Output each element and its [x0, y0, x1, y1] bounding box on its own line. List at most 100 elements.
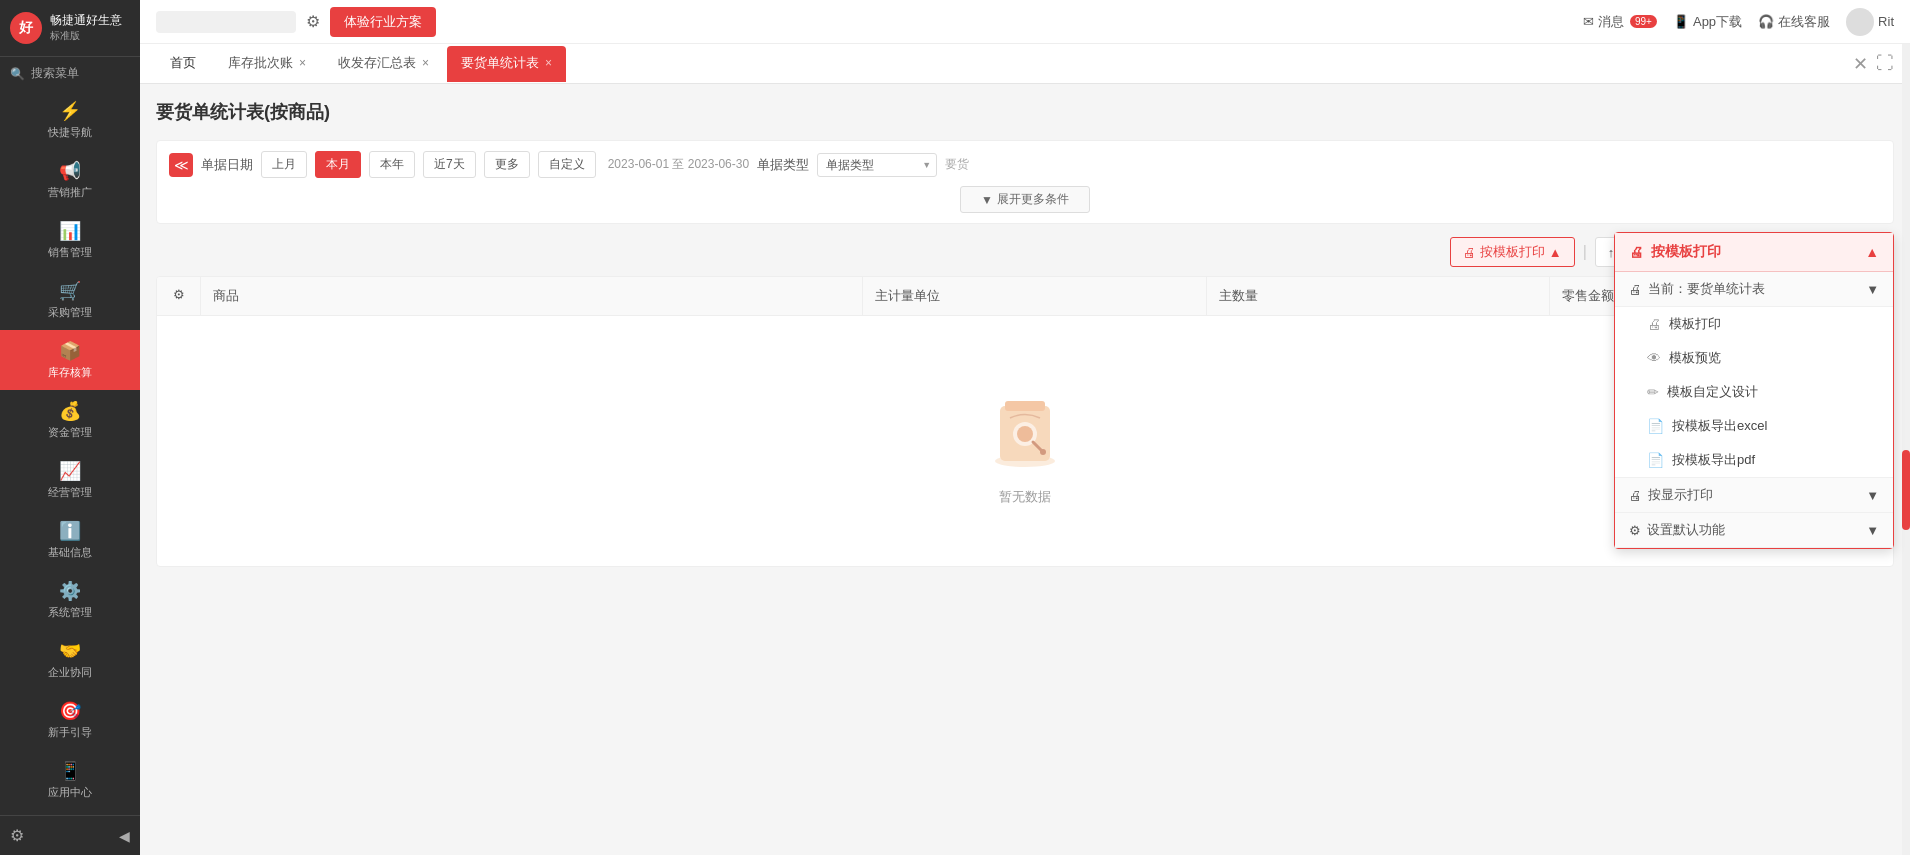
download-icon: 📱 [1673, 14, 1689, 29]
template-excel-label: 按模板导出excel [1672, 417, 1767, 435]
content-area: 要货单统计表(按商品) ≪ 单据日期 上月 本月 本年 近7天 更多 自定义 2… [140, 84, 1910, 855]
tab-home[interactable]: 首页 [156, 46, 210, 82]
order-status-filter: 要货 [945, 156, 969, 173]
filter-bar: ≪ 单据日期 上月 本月 本年 近7天 更多 自定义 2023-06-01 至 … [156, 140, 1894, 224]
svg-rect-2 [1005, 401, 1045, 411]
tab-order-stats[interactable]: 要货单统计表 × [447, 46, 566, 82]
message-button[interactable]: ✉ 消息 99+ [1583, 13, 1657, 31]
sales-icon: 📊 [59, 220, 81, 242]
page-title: 要货单统计表(按商品) [156, 100, 1894, 124]
sidebar-footer: ⚙ ◀ [0, 815, 140, 855]
print-dropdown-menu: 🖨 按模板打印 ▲ 🖨 当前：要货单统计表 ▼ 🖨 模板打印 [1614, 232, 1894, 549]
default-func-chevron-icon: ▼ [1866, 523, 1879, 538]
online-service-button[interactable]: 🎧 在线客服 [1758, 13, 1830, 31]
sidebar-item-appstore[interactable]: 📱 应用中心 [0, 750, 140, 810]
sidebar-item-label: 采购管理 [48, 305, 92, 320]
current-template-header[interactable]: 🖨 当前：要货单统计表 ▼ [1615, 272, 1893, 306]
date-btn-this-month[interactable]: 本月 [315, 151, 361, 178]
gear-icon[interactable]: ⚙ [306, 12, 320, 31]
sidebar-item-purchase[interactable]: 🛒 采购管理 [0, 270, 140, 330]
template-print-icon: 🖨 [1647, 316, 1661, 332]
dropdown-close-icon[interactable]: ▲ [1865, 244, 1879, 260]
app-download-label: App下载 [1693, 13, 1742, 31]
tab-close-icon[interactable]: × [422, 56, 429, 70]
collapse-icon[interactable]: ◀ [119, 828, 130, 844]
tab-maximize-icon[interactable]: ⛶ [1876, 53, 1894, 75]
scroll-thumb[interactable] [1902, 450, 1910, 530]
main-area: ⚙ 体验行业方案 ✉ 消息 99+ 📱 App下载 🎧 在线客服 Rit [140, 0, 1910, 855]
tab-receipt-summary[interactable]: 收发存汇总表 × [324, 46, 443, 82]
sidebar-item-sales[interactable]: 📊 销售管理 [0, 210, 140, 270]
template-excel-icon: 📄 [1647, 418, 1664, 434]
date-btn-last-month[interactable]: 上月 [261, 151, 307, 178]
filter-expand-button[interactable]: ▼ 展开更多条件 [960, 186, 1090, 213]
message-badge: 99+ [1630, 15, 1657, 28]
tab-close-all-icon[interactable]: ✕ [1853, 53, 1868, 75]
default-func-icon: ⚙ [1629, 523, 1641, 538]
dropdown-item-template-excel[interactable]: 📄 按模板导出excel [1615, 409, 1893, 443]
th-settings[interactable]: ⚙ [157, 277, 201, 315]
sidebar-item-cooperation[interactable]: 🤝 企业协同 [0, 630, 140, 690]
dropdown-item-template-preview[interactable]: 👁 模板预览 [1615, 341, 1893, 375]
tab-label: 收发存汇总表 [338, 54, 416, 72]
template-preview-label: 模板预览 [1669, 349, 1721, 367]
dropdown-section-default-func: ⚙ 设置默认功能 ▼ [1615, 513, 1893, 548]
topbar-left: ⚙ 体验行业方案 [156, 7, 436, 37]
settings-icon[interactable]: ⚙ [10, 826, 24, 845]
dropdown-item-template-print[interactable]: 🖨 模板打印 [1615, 307, 1893, 341]
sidebar-item-inventory[interactable]: 📦 库存核算 [0, 330, 140, 390]
search-label: 搜索菜单 [31, 65, 79, 82]
sidebar-item-marketing[interactable]: 📢 营销推广 [0, 150, 140, 210]
dropdown-section-display-print: 🖨 按显示打印 ▼ [1615, 478, 1893, 513]
sidebar-item-label: 应用中心 [48, 785, 92, 800]
app-download-button[interactable]: 📱 App下载 [1673, 13, 1742, 31]
display-print-icon: 🖨 [1629, 488, 1642, 503]
user-avatar[interactable]: Rit [1846, 8, 1894, 36]
search-icon: 🔍 [10, 67, 25, 81]
dropdown-print-icon: 🖨 [1629, 244, 1643, 260]
print-chevron-up-icon: ▲ [1549, 245, 1562, 260]
sidebar-item-label: 销售管理 [48, 245, 92, 260]
sidebar-item-guide[interactable]: 🎯 新手引导 [0, 690, 140, 750]
tab-inventory-batch[interactable]: 库存批次账 × [214, 46, 320, 82]
date-btn-custom[interactable]: 自定义 [538, 151, 596, 178]
sidebar-item-operations[interactable]: 📈 经营管理 [0, 450, 140, 510]
tab-label: 要货单统计表 [461, 54, 539, 72]
marketing-icon: 📢 [59, 160, 81, 182]
dropdown-header: 🖨 按模板打印 ▲ [1615, 233, 1893, 272]
sidebar-item-system[interactable]: ⚙️ 系统管理 [0, 570, 140, 630]
print-template-button[interactable]: 🖨 按模板打印 ▲ [1450, 237, 1575, 267]
tab-close-icon[interactable]: × [545, 56, 552, 70]
expand-icon: ▼ [981, 193, 993, 207]
expand-label: 展开更多条件 [997, 191, 1069, 208]
svg-point-4 [1017, 426, 1033, 442]
app-name: 畅捷通好生意 [50, 13, 122, 29]
message-label: 消息 [1598, 13, 1624, 31]
filter-collapse-button[interactable]: ≪ [169, 153, 193, 177]
service-icon: 🎧 [1758, 14, 1774, 29]
sidebar-item-quick-nav[interactable]: ⚡ 快捷导航 [0, 90, 140, 150]
sidebar-item-label: 基础信息 [48, 545, 92, 560]
topbar: ⚙ 体验行业方案 ✉ 消息 99+ 📱 App下载 🎧 在线客服 Rit [140, 0, 1910, 44]
scroll-track [1902, 44, 1910, 855]
sidebar-item-label: 企业协同 [48, 665, 92, 680]
date-btn-7days[interactable]: 近7天 [423, 151, 476, 178]
tab-close-icon[interactable]: × [299, 56, 306, 70]
inventory-icon: 📦 [59, 340, 81, 362]
sidebar-item-basics[interactable]: ℹ️ 基础信息 [0, 510, 140, 570]
display-print-label: 按显示打印 [1648, 486, 1713, 504]
sidebar-item-label: 经营管理 [48, 485, 92, 500]
dropdown-item-template-pdf[interactable]: 📄 按模板导出pdf [1615, 443, 1893, 477]
default-func-header[interactable]: ⚙ 设置默认功能 ▼ [1615, 513, 1893, 547]
topbar-search-input[interactable] [156, 11, 296, 33]
display-print-header[interactable]: 🖨 按显示打印 ▼ [1615, 478, 1893, 512]
appstore-icon: 📱 [59, 760, 81, 782]
th-goods: 商品 [201, 277, 863, 315]
sidebar-search[interactable]: 🔍 搜索菜单 [0, 57, 140, 90]
date-btn-this-year[interactable]: 本年 [369, 151, 415, 178]
dropdown-item-template-design[interactable]: ✏ 模板自定义设计 [1615, 375, 1893, 409]
trial-button[interactable]: 体验行业方案 [330, 7, 436, 37]
order-type-select[interactable]: 单据类型 [817, 153, 937, 177]
sidebar-item-finance[interactable]: 💰 资金管理 [0, 390, 140, 450]
date-btn-more[interactable]: 更多 [484, 151, 530, 178]
